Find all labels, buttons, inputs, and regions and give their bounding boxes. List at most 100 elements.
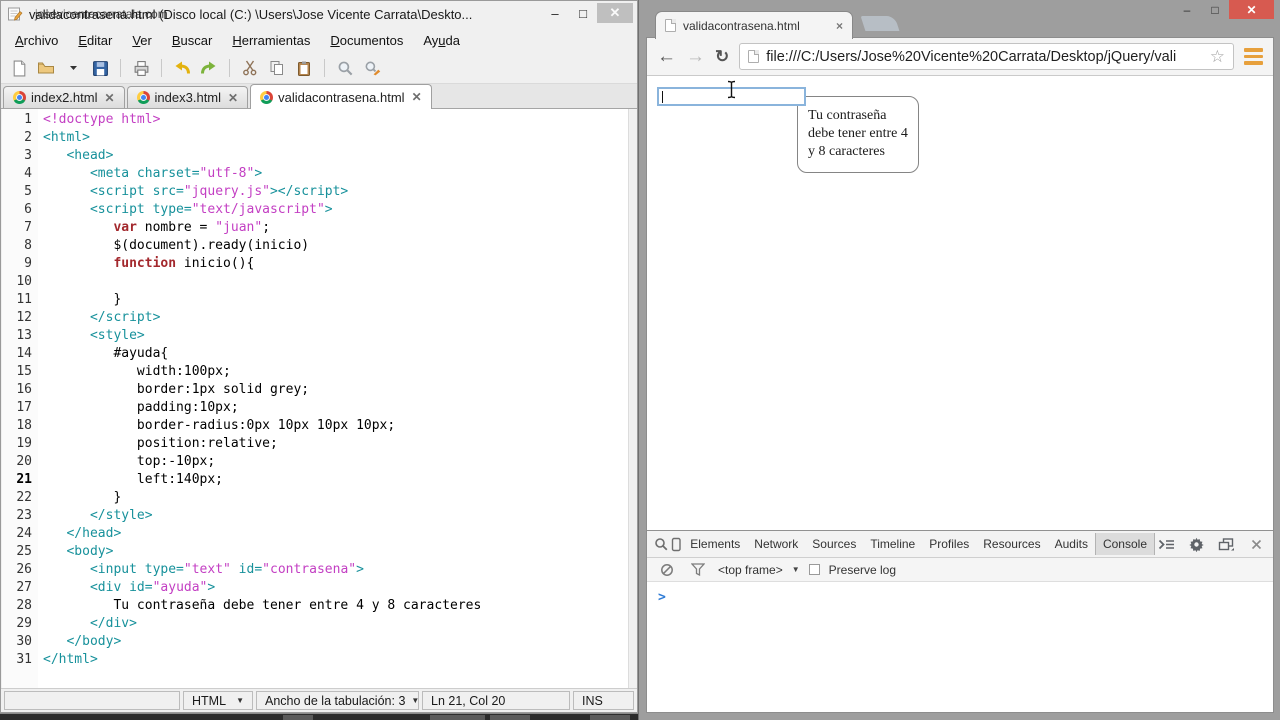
code-line-5[interactable]: <script src="jquery.js"></script> — [43, 183, 628, 201]
devtools-panel: Elements Network Sources Timeline Profiles Re… — [647, 530, 1273, 712]
browser-close-button[interactable]: ✕ — [1229, 0, 1274, 19]
menu-ver[interactable]: Ver — [132, 33, 152, 48]
code-line-7[interactable]: var nombre = "juan"; — [43, 219, 628, 237]
browser-tab[interactable]: validacontrasena.html × — [655, 11, 853, 39]
redo-icon[interactable] — [199, 58, 219, 78]
search-icon[interactable] — [653, 534, 668, 554]
devtools-tab-sources[interactable]: Sources — [805, 533, 863, 555]
devtools-tab-network[interactable]: Network — [747, 533, 805, 555]
menu-herramientas[interactable]: Herramientas — [232, 33, 310, 48]
devtools-tab-profiles[interactable]: Profiles — [922, 533, 976, 555]
editor-scrollbar[interactable] — [628, 109, 636, 688]
devtools-tab-audits[interactable]: Audits — [1048, 533, 1095, 555]
code-line-6[interactable]: <script type="text/javascript"> — [43, 201, 628, 219]
code-line-14[interactable]: #ayuda{ — [43, 345, 628, 363]
clear-console-icon[interactable] — [656, 560, 678, 580]
code-lines[interactable]: <!doctype html> <html> <head> <meta chars… — [38, 109, 628, 688]
code-editor-area[interactable]: 1 2 3 4 5 6 7 8 9 10 11 12 13 14 15 16 17 18 19 20 21 22 23 24 2… — [2, 109, 636, 688]
dropdown-caret-icon: ▼ — [411, 696, 420, 705]
tab-width-dropdown[interactable]: Ancho de la tabulación: 3 ▼ — [256, 691, 419, 710]
forward-icon[interactable]: → — [686, 47, 705, 66]
devtools-tab-resources[interactable]: Resources — [976, 533, 1047, 555]
editor-minimize-button[interactable]: – — [541, 3, 569, 23]
menu-editar[interactable]: Editar — [78, 33, 112, 48]
menu-documentos[interactable]: Documentos — [330, 33, 403, 48]
code-line-9[interactable]: function inicio(){ — [43, 255, 628, 273]
code-line-20[interactable]: top:-10px; — [43, 453, 628, 471]
tab-close-icon[interactable]: ✕ — [228, 91, 238, 105]
editor-close-button[interactable]: ✕ — [597, 3, 633, 23]
code-line-28[interactable]: Tu contraseña debe tener entre 4 y 8 car… — [43, 597, 628, 615]
browser-minimize-button[interactable]: – — [1173, 0, 1201, 19]
editor-tab-validacontrasena.html[interactable]: validacontrasena.html ✕ — [250, 84, 432, 109]
code-line-2[interactable]: <html> — [43, 129, 628, 147]
menu-archivo[interactable]: Archivo — [15, 33, 58, 48]
menu-ayuda[interactable]: Ayuda — [423, 33, 460, 48]
new-document-icon[interactable] — [9, 58, 29, 78]
open-folder-icon[interactable] — [36, 58, 56, 78]
find-replace-icon[interactable] — [362, 58, 382, 78]
preserve-log-checkbox[interactable] — [808, 564, 820, 575]
paste-icon[interactable] — [294, 58, 314, 78]
code-line-30[interactable]: </body> — [43, 633, 628, 651]
code-line-18[interactable]: border-radius:0px 10px 10px 10px; — [43, 417, 628, 435]
code-line-22[interactable]: } — [43, 489, 628, 507]
undo-icon[interactable] — [172, 58, 192, 78]
url-bar[interactable]: file:///C:/Users/Jose%20Vicente%20Carrat… — [739, 43, 1234, 70]
code-line-26[interactable]: <input type="text" id="contrasena"> — [43, 561, 628, 579]
code-line-13[interactable]: <style> — [43, 327, 628, 345]
menu-hamburger-icon[interactable] — [1244, 48, 1263, 65]
print-icon[interactable] — [131, 58, 151, 78]
code-line-27[interactable]: <div id="ayuda"> — [43, 579, 628, 597]
devtools-tab-timeline[interactable]: Timeline — [863, 533, 922, 555]
dock-side-icon[interactable] — [1215, 534, 1237, 554]
cut-icon[interactable] — [240, 58, 260, 78]
open-dropdown-icon[interactable] — [63, 58, 83, 78]
tab-close-icon[interactable]: ✕ — [104, 91, 114, 105]
code-line-29[interactable]: </div> — [43, 615, 628, 633]
toolbar-separator — [229, 59, 230, 77]
tab-close-icon[interactable]: ✕ — [412, 90, 422, 104]
devtools-tab-elements[interactable]: Elements — [683, 533, 747, 555]
code-line-1[interactable]: <!doctype html> — [43, 111, 628, 129]
editor-maximize-button[interactable]: □ — [569, 3, 597, 23]
tab-close-icon[interactable]: × — [836, 19, 843, 33]
settings-gear-icon[interactable] — [1185, 534, 1207, 554]
code-line-11[interactable]: } — [43, 291, 628, 309]
code-line-24[interactable]: </head> — [43, 525, 628, 543]
code-line-25[interactable]: <body> — [43, 543, 628, 561]
code-line-31[interactable]: </html> — [43, 651, 628, 669]
console-prompt-icon[interactable]: > — [658, 590, 666, 605]
find-icon[interactable] — [335, 58, 355, 78]
editor-tab-index2.html[interactable]: index2.html ✕ — [3, 86, 125, 108]
back-icon[interactable]: ← — [657, 47, 676, 66]
copy-icon[interactable] — [267, 58, 287, 78]
new-tab-button[interactable] — [860, 16, 900, 31]
url-text[interactable]: file:///C:/Users/Jose%20Vicente%20Carrat… — [766, 49, 1203, 65]
close-icon[interactable] — [1245, 534, 1267, 554]
reload-icon[interactable]: ↻ — [715, 47, 729, 67]
code-line-8[interactable]: $(document).ready(inicio) — [43, 237, 628, 255]
code-line-10[interactable] — [43, 273, 628, 291]
code-line-12[interactable]: </script> — [43, 309, 628, 327]
menu-buscar[interactable]: Buscar — [172, 33, 212, 48]
bookmark-star-icon[interactable]: ☆ — [1210, 47, 1225, 67]
code-line-4[interactable]: <meta charset="utf-8"> — [43, 165, 628, 183]
code-line-21[interactable]: left:140px; — [43, 471, 628, 489]
editor-tab-index3.html[interactable]: index3.html ✕ — [126, 86, 249, 108]
language-mode-dropdown[interactable]: HTML ▼ — [183, 691, 253, 710]
frame-selector-dropdown[interactable]: <top frame> — [718, 563, 783, 577]
console-drawer-icon[interactable] — [1155, 534, 1177, 554]
code-line-15[interactable]: width:100px; — [43, 363, 628, 381]
code-line-3[interactable]: <head> — [43, 147, 628, 165]
console-output[interactable]: > — [647, 582, 1273, 712]
filter-funnel-icon[interactable] — [687, 560, 709, 580]
code-line-17[interactable]: padding:10px; — [43, 399, 628, 417]
code-line-19[interactable]: position:relative; — [43, 435, 628, 453]
code-line-23[interactable]: </style> — [43, 507, 628, 525]
devtools-tab-console[interactable]: Console — [1094, 533, 1155, 555]
device-mode-icon[interactable] — [668, 534, 683, 554]
code-line-16[interactable]: border:1px solid grey; — [43, 381, 628, 399]
browser-maximize-button[interactable]: □ — [1201, 0, 1229, 19]
save-icon[interactable] — [90, 58, 110, 78]
